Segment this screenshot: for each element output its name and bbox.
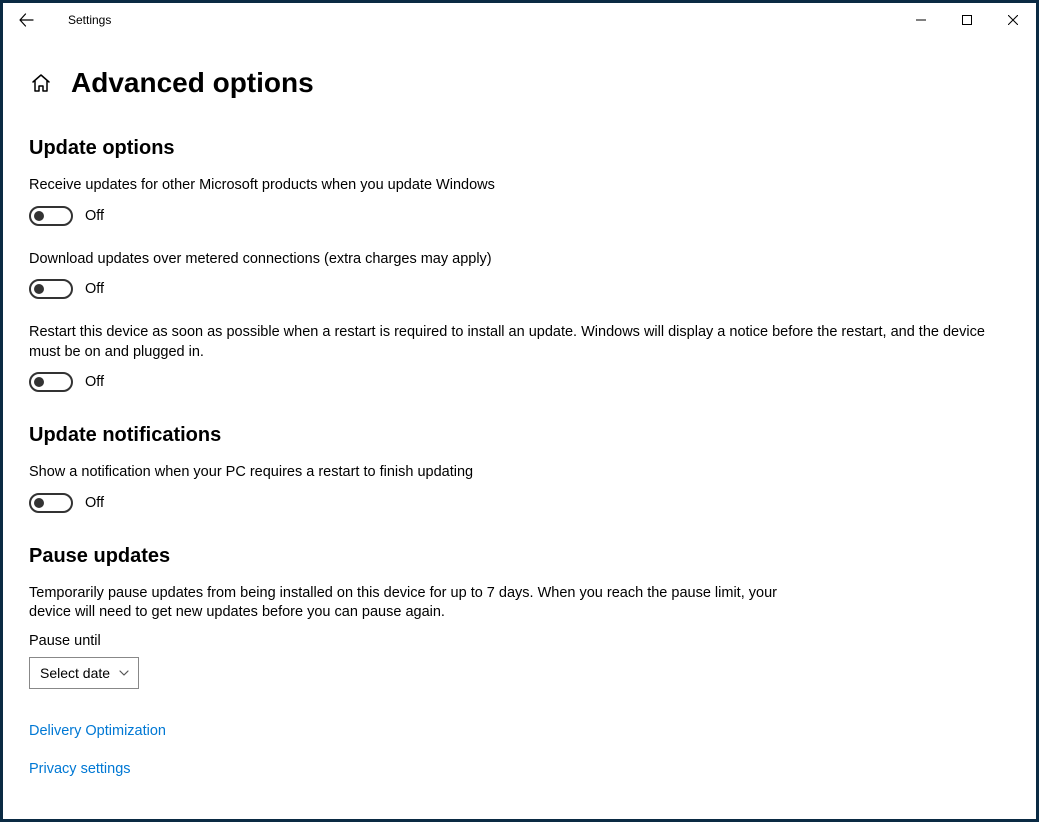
page-title: Advanced options bbox=[71, 67, 314, 99]
section-update-options-title: Update options bbox=[29, 137, 1010, 160]
maximize-icon bbox=[962, 15, 972, 25]
toggle-knob bbox=[34, 284, 44, 294]
close-icon bbox=[1008, 15, 1018, 25]
metered-download-toggle-row: Off bbox=[29, 279, 1010, 299]
pause-updates-description: Temporarily pause updates from being ins… bbox=[29, 584, 819, 623]
metered-download-state: Off bbox=[85, 281, 104, 297]
metered-download-label: Download updates over metered connection… bbox=[29, 250, 999, 270]
receive-updates-state: Off bbox=[85, 208, 104, 224]
window-title: Settings bbox=[48, 13, 111, 27]
delivery-optimization-link[interactable]: Delivery Optimization bbox=[29, 723, 1010, 739]
window-controls bbox=[898, 3, 1036, 37]
pause-until-dropdown[interactable]: Select date bbox=[29, 657, 139, 689]
restart-notification-toggle[interactable] bbox=[29, 493, 73, 513]
maximize-button[interactable] bbox=[944, 3, 990, 37]
auto-restart-toggle-row: Off bbox=[29, 372, 1010, 392]
receive-updates-toggle[interactable] bbox=[29, 206, 73, 226]
restart-notification-state: Off bbox=[85, 495, 104, 511]
section-update-notifications-title: Update notifications bbox=[29, 424, 1010, 447]
metered-download-toggle[interactable] bbox=[29, 279, 73, 299]
home-icon bbox=[31, 73, 51, 93]
minimize-icon bbox=[916, 15, 926, 25]
receive-updates-toggle-row: Off bbox=[29, 206, 1010, 226]
privacy-settings-link[interactable]: Privacy settings bbox=[29, 761, 1010, 777]
restart-notification-label: Show a notification when your PC require… bbox=[29, 463, 999, 483]
back-button[interactable] bbox=[3, 3, 48, 37]
auto-restart-state: Off bbox=[85, 374, 104, 390]
minimize-button[interactable] bbox=[898, 3, 944, 37]
auto-restart-label: Restart this device as soon as possible … bbox=[29, 323, 999, 362]
settings-window: Settings Advanced options Update option bbox=[3, 3, 1036, 819]
titlebar: Settings bbox=[3, 3, 1036, 37]
titlebar-left: Settings bbox=[3, 3, 111, 37]
toggle-knob bbox=[34, 211, 44, 221]
auto-restart-toggle[interactable] bbox=[29, 372, 73, 392]
section-pause-updates-title: Pause updates bbox=[29, 545, 1010, 568]
close-button[interactable] bbox=[990, 3, 1036, 37]
chevron-down-icon bbox=[118, 667, 130, 679]
pause-until-label: Pause until bbox=[29, 633, 1010, 649]
receive-updates-label: Receive updates for other Microsoft prod… bbox=[29, 176, 999, 196]
content-area: Advanced options Update options Receive … bbox=[3, 37, 1036, 819]
restart-notification-toggle-row: Off bbox=[29, 493, 1010, 513]
page-header: Advanced options bbox=[29, 67, 1010, 99]
pause-until-value: Select date bbox=[40, 665, 110, 681]
toggle-knob bbox=[34, 377, 44, 387]
arrow-left-icon bbox=[18, 12, 34, 28]
home-button[interactable] bbox=[29, 71, 53, 95]
toggle-knob bbox=[34, 498, 44, 508]
